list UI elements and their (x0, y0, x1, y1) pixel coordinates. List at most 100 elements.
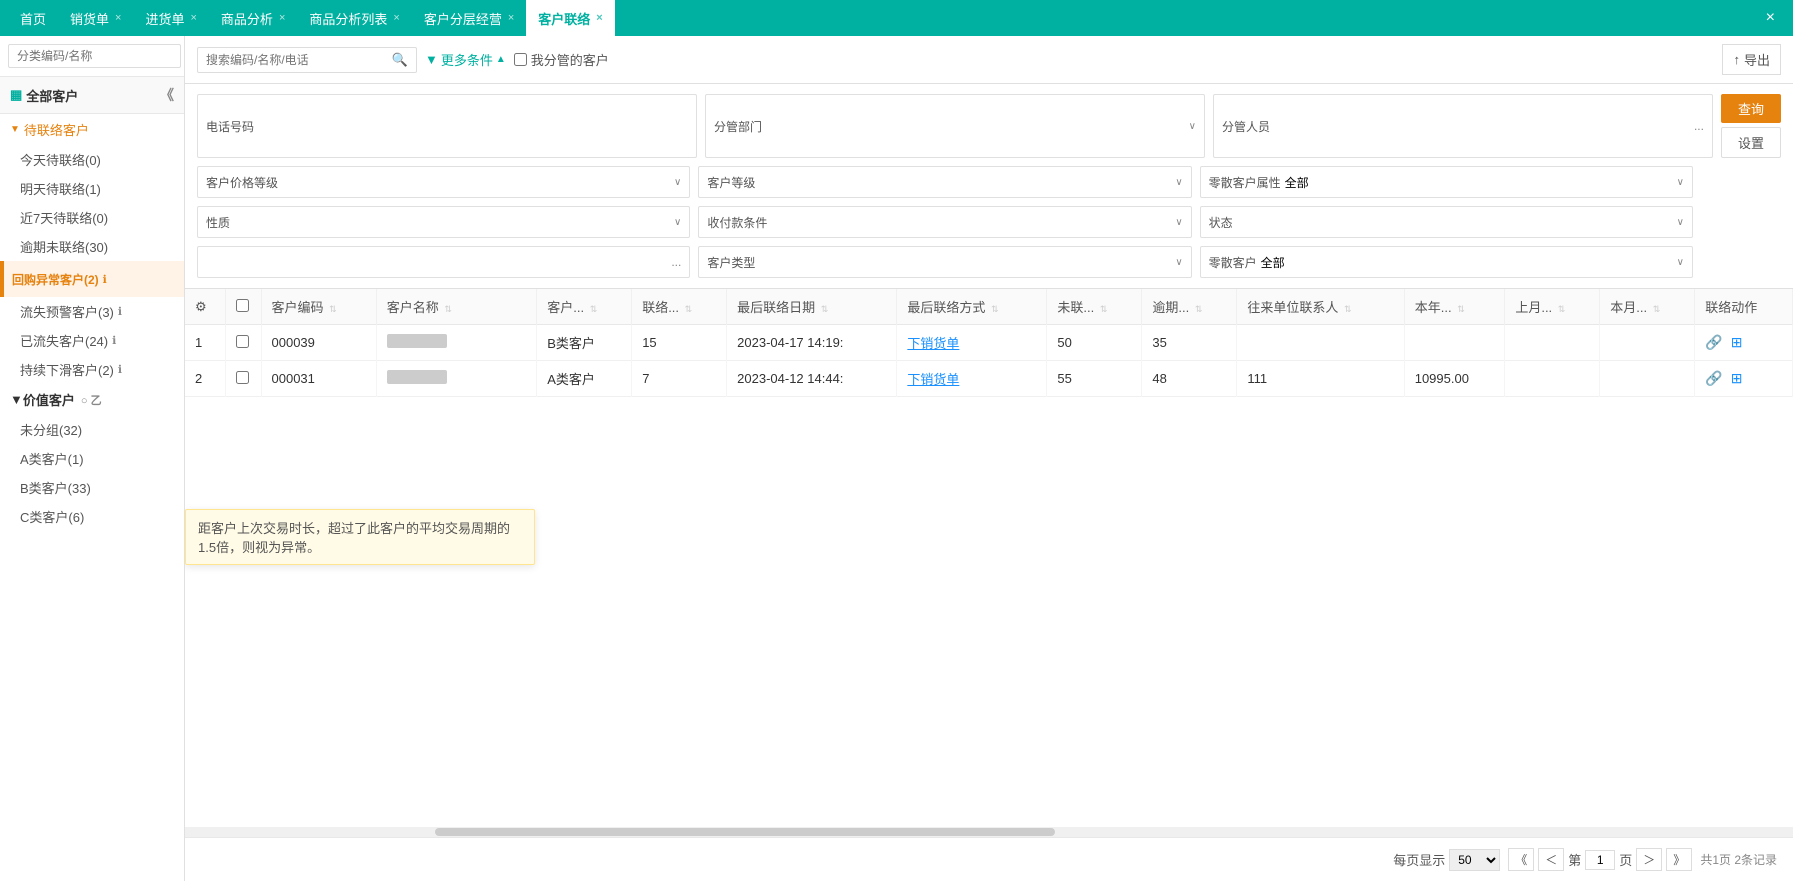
grid-action-icon-2[interactable]: ⊞ (1731, 370, 1743, 387)
retail-customer-filter[interactable]: 零散客户 全部 ∨ (1200, 246, 1693, 278)
sidebar-group-pending-contact[interactable]: ▼ 待联络客户 (0, 114, 184, 145)
col-contact-count[interactable]: 联络... ⇅ (632, 289, 727, 325)
col-customer-level[interactable]: 客户... ⇅ (537, 289, 632, 325)
link-action-icon-1[interactable]: 🔗 (1705, 334, 1722, 351)
settings-icon[interactable]: ⚙ (195, 299, 207, 314)
sidebar: 🔍 ▦ 全部客户 《 ▼ 待联络客户 今天待联络(0) 明天待联络(1) 近7天… (0, 36, 185, 881)
col-contacts-person[interactable]: 往来单位联系人 ⇅ (1237, 289, 1404, 325)
sidebar-item-tomorrow-pending[interactable]: 明天待联络(1) (0, 174, 184, 203)
sidebar-item-7days-pending[interactable]: 近7天待联络(0) (0, 203, 184, 232)
close-purchase-tab[interactable]: × (190, 12, 196, 24)
last-method-link-1[interactable]: 下销货单 (907, 336, 959, 351)
col-this-year[interactable]: 本年... ⇅ (1404, 289, 1505, 325)
customer-level-filter[interactable]: 客户等级 ∨ (698, 166, 1191, 198)
close-product-analysis-tab[interactable]: × (279, 12, 285, 24)
col-last-method[interactable]: 最后联络方式 ⇅ (897, 289, 1047, 325)
sidebar-collapse-button[interactable]: 《 (160, 85, 174, 105)
nav-product-list[interactable]: 商品分析列表 × (297, 0, 411, 36)
sort-icon-this-month: ⇅ (1653, 304, 1661, 314)
cell-action-2: 🔗 ⊞ (1695, 361, 1793, 397)
sidebar-item-repurchase-abnormal[interactable]: 回购异常客户(2) ℹ (6, 261, 184, 297)
select-all-checkbox[interactable] (236, 299, 249, 312)
sidebar-item-today-pending[interactable]: 今天待联络(0) (0, 145, 184, 174)
nature-filter[interactable]: 性质 ∨ (197, 206, 690, 238)
extra-dots-filter[interactable]: ... (197, 246, 690, 278)
next-page-button[interactable]: ＞ (1636, 848, 1662, 871)
scrollbar-thumb[interactable] (435, 828, 1055, 836)
sort-icon-no-contact: ⇅ (1100, 304, 1108, 314)
row-checkbox-2[interactable] (236, 371, 249, 384)
sidebar-item-ungrouped[interactable]: 未分组(32) (0, 415, 184, 444)
col-customer-name[interactable]: 客户名称 ⇅ (376, 289, 536, 325)
more-conditions-button[interactable]: ▼ 更多条件 ▲ (425, 50, 506, 69)
sidebar-item-class-b[interactable]: B类客户(33) (0, 473, 184, 502)
customer-type-filter[interactable]: 客户类型 ∨ (698, 246, 1191, 278)
col-last-month[interactable]: 上月... ⇅ (1505, 289, 1600, 325)
my-customer-checkbox-area[interactable]: 我分管的客户 (514, 50, 609, 69)
col-no-contact[interactable]: 未联... ⇅ (1047, 289, 1142, 325)
cell-checkbox-1 (225, 325, 261, 361)
nav-sales[interactable]: 销货单 × (58, 0, 133, 36)
sidebar-item-lost-customers[interactable]: 已流失客户(24) ℹ (0, 326, 184, 355)
sidebar-search-area: 🔍 (0, 36, 184, 77)
row-checkbox-1[interactable] (236, 335, 249, 348)
cell-name-1 (376, 325, 536, 361)
col-last-date[interactable]: 最后联络日期 ⇅ (727, 289, 897, 325)
table-row: 1 000039 B类客户 15 2023-04-17 14:19: 下销货单 … (185, 325, 1793, 361)
page-number-input[interactable] (1585, 850, 1615, 870)
table-header-row: ⚙ 客户编码 ⇅ 客户名称 ⇅ (185, 289, 1793, 325)
query-button[interactable]: 查询 (1721, 94, 1781, 123)
department-filter[interactable]: 分管部门 ∨ (705, 94, 1205, 158)
manager-filter[interactable]: 分管人员 ... (1213, 94, 1713, 158)
nav-purchase[interactable]: 进货单 × (133, 0, 208, 36)
last-page-button[interactable]: 》 (1666, 848, 1692, 871)
cell-this-year-2: 10995.00 (1404, 361, 1505, 397)
top-navigation: 首页 销货单 × 进货单 × 商品分析 × 商品分析列表 × 客户分层经营 × … (0, 0, 1793, 36)
first-page-button[interactable]: 《 (1508, 848, 1534, 871)
cell-index-1: 1 (185, 325, 225, 361)
nav-product-analysis[interactable]: 商品分析 × (209, 0, 297, 36)
sidebar-edit-icons[interactable]: ○ 乙 (81, 392, 102, 408)
search-input[interactable] (206, 53, 392, 67)
nav-home[interactable]: 首页 (8, 0, 58, 36)
status-filter[interactable]: 状态 ∨ (1200, 206, 1693, 238)
sidebar-all-customers-header[interactable]: ▦ 全部客户 《 (0, 77, 184, 114)
prev-page-button[interactable]: ＜ (1538, 848, 1564, 871)
nav-customer-contact[interactable]: 客户联络 × (526, 0, 614, 36)
sidebar-search-input[interactable] (8, 44, 181, 68)
phone-filter[interactable]: 电话号码 (197, 94, 697, 158)
last-method-link-2[interactable]: 下销货单 (907, 372, 959, 387)
price-level-filter[interactable]: 客户价格等级 ∨ (197, 166, 690, 198)
col-overdue[interactable]: 逾期... ⇅ (1142, 289, 1237, 325)
search-icon[interactable]: 🔍 (392, 52, 408, 68)
chevron-down-icon-level: ∨ (1175, 177, 1182, 188)
close-product-list-tab[interactable]: × (393, 12, 399, 24)
content-area: 🔍 ▼ 更多条件 ▲ 我分管的客户 ↑ 导出 电话号码 (185, 36, 1793, 881)
sidebar-item-class-a[interactable]: A类客户(1) (0, 444, 184, 473)
cell-index-2: 2 (185, 361, 225, 397)
sidebar-item-overdue-contact[interactable]: 逾期未联络(30) (0, 232, 184, 261)
sidebar-item-declining[interactable]: 持续下滑客户(2) ℹ (0, 355, 184, 384)
horizontal-scrollbar[interactable] (185, 827, 1793, 837)
col-this-month[interactable]: 本月... ⇅ (1600, 289, 1695, 325)
link-action-icon-2[interactable]: 🔗 (1705, 370, 1722, 387)
toolbar: 🔍 ▼ 更多条件 ▲ 我分管的客户 ↑ 导出 (185, 36, 1793, 84)
retail-attr-filter[interactable]: 零散客户属性 全部 ∨ (1200, 166, 1693, 198)
sidebar-item-loss-warning[interactable]: 流失预警客户(3) ℹ (0, 297, 184, 326)
my-customer-checkbox[interactable] (514, 53, 527, 66)
per-page-select[interactable]: 50 100 200 (1449, 849, 1500, 871)
settings-button[interactable]: 设置 (1721, 127, 1781, 158)
col-index: ⚙ (185, 289, 225, 325)
close-all-button[interactable]: × (1756, 9, 1785, 27)
close-customer-segment-tab[interactable]: × (508, 12, 514, 24)
close-sales-tab[interactable]: × (115, 12, 121, 24)
col-customer-code[interactable]: 客户编码 ⇅ (261, 289, 376, 325)
nav-customer-segment[interactable]: 客户分层经营 × (412, 0, 526, 36)
close-customer-contact-tab[interactable]: × (596, 12, 602, 24)
sidebar-item-class-c[interactable]: C类客户(6) (0, 502, 184, 531)
grid-action-icon-1[interactable]: ⊞ (1731, 334, 1743, 351)
sort-icon-date: ⇅ (821, 304, 829, 314)
payment-filter[interactable]: 收付款条件 ∨ (698, 206, 1191, 238)
sidebar-group-value-customers[interactable]: ▼ 价值客户 ○ 乙 (0, 384, 184, 415)
export-button[interactable]: ↑ 导出 (1722, 44, 1781, 75)
